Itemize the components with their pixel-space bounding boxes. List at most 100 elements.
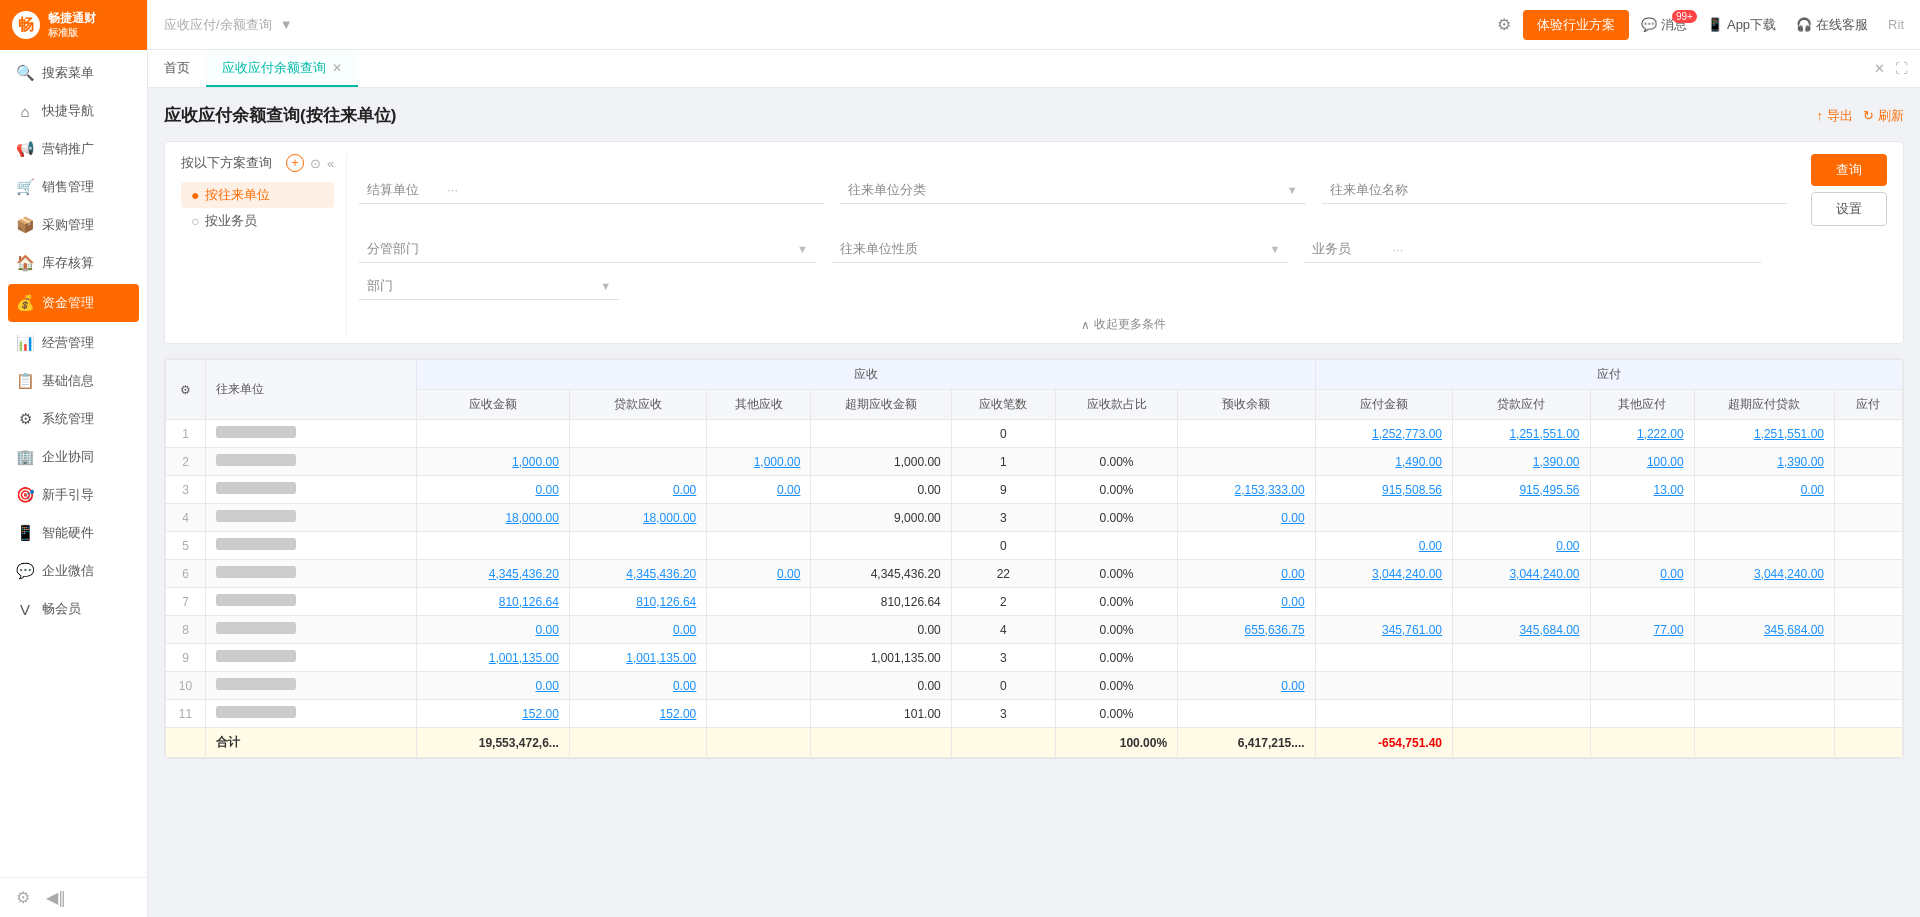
row-pay-other[interactable]: 1,222.00: [1590, 420, 1694, 448]
row-rec-amount[interactable]: 1,000.00: [417, 448, 570, 476]
row-pay-amount[interactable]: 0.00: [1315, 532, 1452, 560]
footer-collapse-icon[interactable]: ◀‖: [46, 888, 66, 907]
row-rec-overdue: [811, 420, 951, 448]
tab-query[interactable]: 应收应付余额查询 ✕: [206, 50, 358, 87]
row-rec-advance[interactable]: 0.00: [1178, 560, 1315, 588]
row-pay-loan[interactable]: 1,251,551.00: [1453, 420, 1590, 448]
sidebar-item-search[interactable]: 🔍 搜索菜单: [0, 54, 147, 92]
row-rec-amount[interactable]: 4,345,436.20: [417, 560, 570, 588]
row-pay-amount[interactable]: 915,508.56: [1315, 476, 1452, 504]
row-rec-other[interactable]: 0.00: [707, 560, 811, 588]
settings-query-button[interactable]: 设置: [1811, 192, 1887, 226]
row-pay-other[interactable]: 0.00: [1590, 560, 1694, 588]
tab-close-icon[interactable]: ✕: [332, 61, 342, 75]
collapse-bar[interactable]: ∧ 收起更多条件: [359, 310, 1887, 335]
online-service[interactable]: 🎧 在线客服: [1796, 16, 1868, 34]
row-pay-overdue[interactable]: 3,044,240.00: [1694, 560, 1834, 588]
row-pay-loan[interactable]: 915,495.56: [1453, 476, 1590, 504]
message-wrap[interactable]: 💬 消息 99+: [1641, 16, 1687, 34]
export-button[interactable]: ↑ 导出: [1817, 107, 1854, 125]
sidebar-item-management[interactable]: 📊 经营管理: [0, 324, 147, 362]
sidebar-item-system[interactable]: ⚙ 系统管理: [0, 400, 147, 438]
breadcrumb-dropdown-icon[interactable]: ▼: [280, 17, 293, 32]
row-rec-loan[interactable]: 0.00: [569, 672, 706, 700]
partner-category-arrow[interactable]: ▼: [1287, 184, 1298, 196]
row-rec-other: [707, 588, 811, 616]
settlement-unit-dots[interactable]: ···: [447, 182, 458, 197]
row-pay-loan[interactable]: 0.00: [1453, 532, 1590, 560]
sidebar-item-capital[interactable]: 💰 资金管理: [8, 284, 139, 322]
row-pay-other[interactable]: 77.00: [1590, 616, 1694, 644]
filter-add-icon[interactable]: +: [286, 154, 304, 172]
sidebar-item-basic[interactable]: 📋 基础信息: [0, 362, 147, 400]
row-pay-amount[interactable]: 345,761.00: [1315, 616, 1452, 644]
row-pay-overdue[interactable]: 1,251,551.00: [1694, 420, 1834, 448]
row-rec-amount[interactable]: 0.00: [417, 616, 570, 644]
row-pay-overdue: [1694, 672, 1834, 700]
settings-button[interactable]: ⚙: [1497, 15, 1511, 34]
row-rec-amount[interactable]: 0.00: [417, 672, 570, 700]
row-rec-amount[interactable]: 152.00: [417, 700, 570, 728]
row-rec-amount[interactable]: 1,001,135.00: [417, 644, 570, 672]
row-rec-advance[interactable]: 2,153,333.00: [1178, 476, 1315, 504]
sidebar-item-marketing[interactable]: 📢 营销推广: [0, 130, 147, 168]
filter-scheme-salesperson[interactable]: ○ 按业务员: [181, 208, 334, 234]
row-rec-loan[interactable]: 0.00: [569, 616, 706, 644]
row-rec-advance[interactable]: 0.00: [1178, 672, 1315, 700]
row-rec-amount[interactable]: 810,126.64: [417, 588, 570, 616]
row-rec-loan[interactable]: 810,126.64: [569, 588, 706, 616]
row-pay-other[interactable]: 100.00: [1590, 448, 1694, 476]
row-pay-overdue[interactable]: 1,390.00: [1694, 448, 1834, 476]
refresh-button[interactable]: ↻ 刷新: [1863, 107, 1904, 125]
row-rec-other[interactable]: 0.00: [707, 476, 811, 504]
row-pay-amount[interactable]: 3,044,240.00: [1315, 560, 1452, 588]
row-pay-loan[interactable]: 3,044,240.00: [1453, 560, 1590, 588]
field-partner-name[interactable]: 往来单位名称: [1322, 177, 1787, 204]
row-pay-other: [1590, 588, 1694, 616]
row-pay-amount[interactable]: 1,490.00: [1315, 448, 1452, 476]
row-rec-loan[interactable]: 4,345,436.20: [569, 560, 706, 588]
sidebar-item-member[interactable]: V 畅会员: [0, 590, 147, 628]
filter-edit-icon[interactable]: ⊙: [310, 156, 321, 171]
row-pay-loan[interactable]: 345,684.00: [1453, 616, 1590, 644]
footer-settings-icon[interactable]: ⚙: [16, 888, 30, 907]
row-rec-loan[interactable]: 0.00: [569, 476, 706, 504]
row-pay-amount[interactable]: 1,252,773.00: [1315, 420, 1452, 448]
row-rec-other[interactable]: 1,000.00: [707, 448, 811, 476]
sidebar-item-quick[interactable]: ⌂ 快捷导航: [0, 92, 147, 130]
row-rec-loan[interactable]: 18,000.00: [569, 504, 706, 532]
row-pay-overdue[interactable]: 0.00: [1694, 476, 1834, 504]
sidebar-item-inventory[interactable]: 🏠 库存核算: [0, 244, 147, 282]
row-rec-amount[interactable]: 0.00: [417, 476, 570, 504]
filter-scheme-partner[interactable]: ● 按往来单位: [181, 182, 334, 208]
row-rec-advance[interactable]: 655,636.75: [1178, 616, 1315, 644]
sidebar-item-sales[interactable]: 🛒 销售管理: [0, 168, 147, 206]
row-rec-amount[interactable]: 18,000.00: [417, 504, 570, 532]
footer-pay-amount: -654,751.40: [1315, 728, 1452, 758]
row-rec-advance[interactable]: 0.00: [1178, 588, 1315, 616]
sidebar-item-purchase[interactable]: 📦 采购管理: [0, 206, 147, 244]
management-icon: 📊: [16, 334, 34, 352]
tab-home[interactable]: 首页: [148, 50, 206, 87]
query-button[interactable]: 查询: [1811, 154, 1887, 186]
salesperson-dots[interactable]: ···: [1392, 242, 1403, 257]
manage-dept-arrow[interactable]: ▼: [797, 243, 808, 255]
app-download[interactable]: 📱 App下载: [1707, 16, 1776, 34]
dept-arrow[interactable]: ▼: [600, 280, 611, 292]
tab-maximize-icon[interactable]: ⛶: [1895, 61, 1908, 76]
row-pay-overdue[interactable]: 345,684.00: [1694, 616, 1834, 644]
promote-button[interactable]: 体验行业方案: [1523, 10, 1629, 40]
partner-nature-arrow[interactable]: ▼: [1270, 243, 1281, 255]
row-rec-loan[interactable]: 152.00: [569, 700, 706, 728]
tab-close-all-icon[interactable]: ✕: [1874, 61, 1885, 76]
row-rec-loan[interactable]: 1,001,135.00: [569, 644, 706, 672]
filter-more-icon[interactable]: «: [327, 156, 334, 171]
sidebar-item-guide[interactable]: 🎯 新手引导: [0, 476, 147, 514]
row-rec-advance[interactable]: 0.00: [1178, 504, 1315, 532]
sidebar-item-wechat[interactable]: 💬 企业微信: [0, 552, 147, 590]
sidebar-item-hardware[interactable]: 📱 智能硬件: [0, 514, 147, 552]
row-pay-other[interactable]: 13.00: [1590, 476, 1694, 504]
sidebar-item-enterprise[interactable]: 🏢 企业协同: [0, 438, 147, 476]
row-pay-loan[interactable]: 1,390.00: [1453, 448, 1590, 476]
table-settings-col[interactable]: ⚙: [166, 360, 206, 420]
